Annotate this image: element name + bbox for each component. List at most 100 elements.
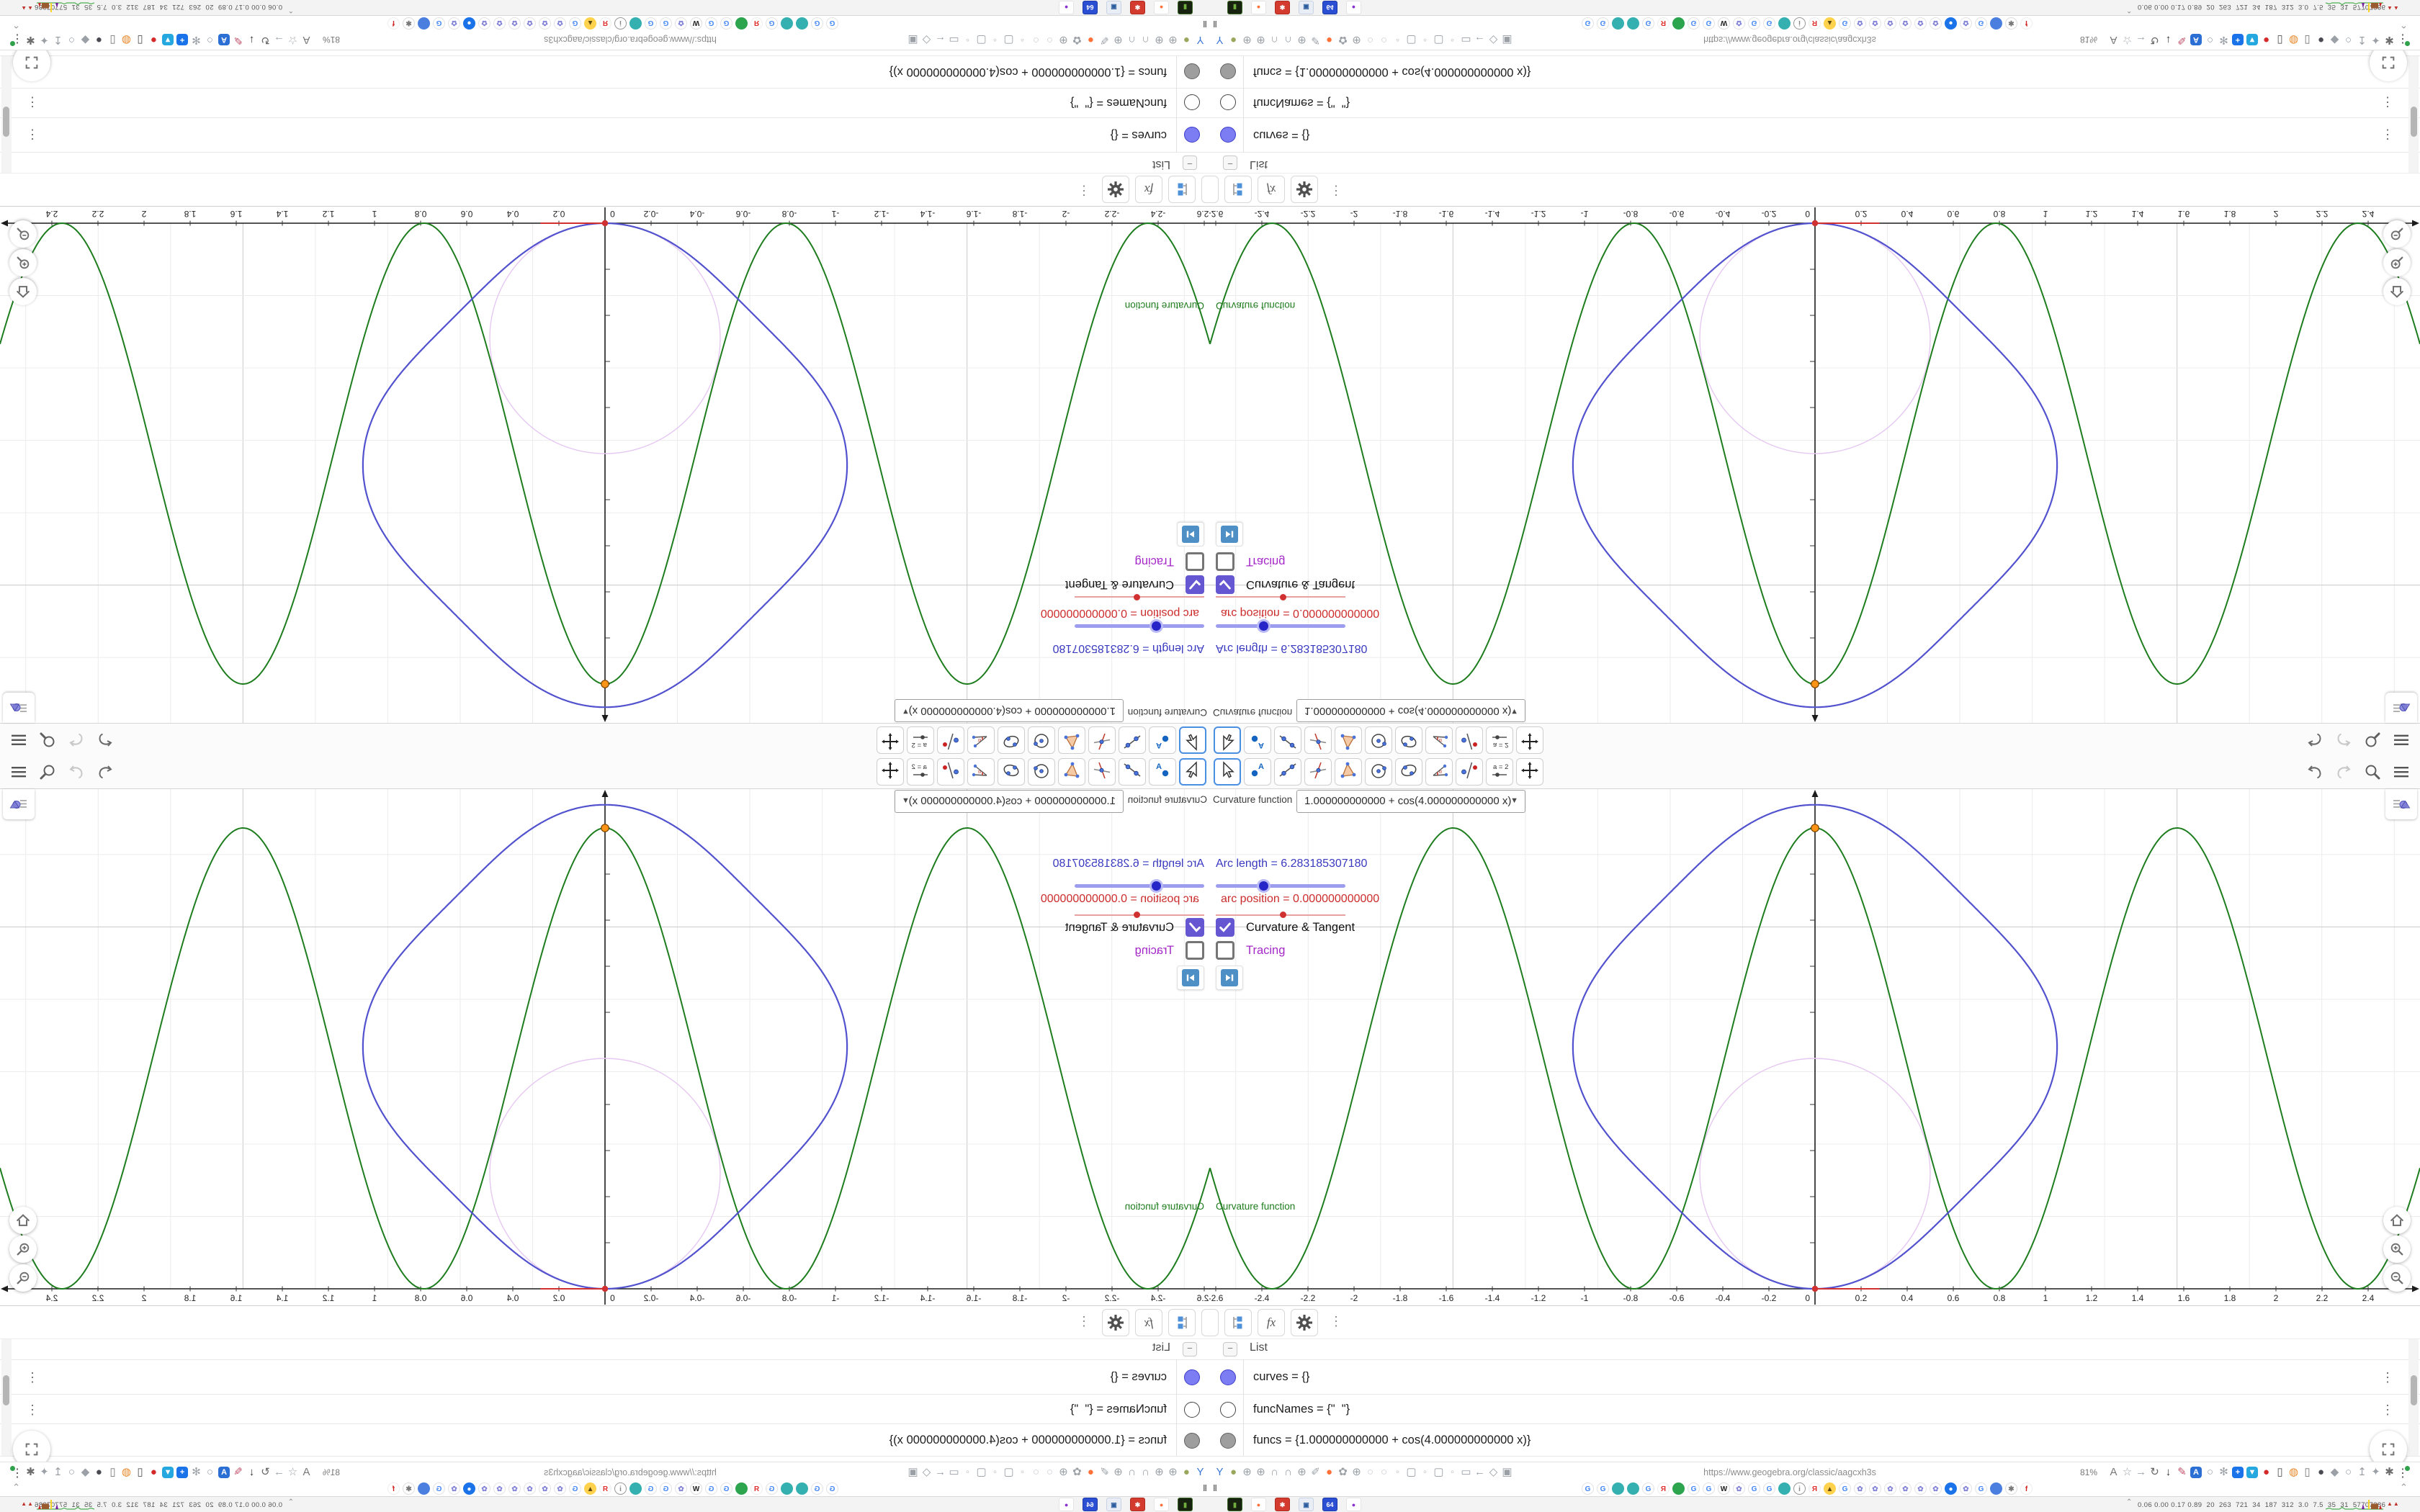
geogebra-tab[interactable]: ✿ (1930, 17, 1942, 30)
header-kebab-icon[interactable]: ⋮ (1330, 184, 1343, 198)
ellipse-tool-button[interactable] (998, 758, 1025, 786)
tree-view-button[interactable] (1224, 1309, 1252, 1336)
gauge-icon[interactable]: ∩ (1125, 30, 1139, 50)
settings-app[interactable]: ✱ (1130, 1498, 1145, 1511)
dot-icon[interactable]: ◦ (1446, 30, 1459, 50)
google-tab[interactable]: G (720, 1482, 732, 1495)
algebra-row[interactable]: curves = {} ⋮ (0, 118, 1210, 153)
tree-view-button[interactable] (1168, 176, 1196, 203)
clipped-edge-button[interactable] (1201, 1309, 1210, 1336)
slider-tool-button[interactable]: a = 2 (907, 758, 934, 786)
privacy-app[interactable]: ● (1346, 1498, 1361, 1511)
font-tab[interactable]: f (2020, 1482, 2033, 1495)
list-section-header[interactable]: − List (0, 153, 1210, 173)
google-tab[interactable]: G (1763, 1482, 1775, 1495)
curvature-tangent-checkbox[interactable] (1216, 918, 1234, 937)
reload-icon[interactable]: ↻ (2148, 30, 2161, 50)
visibility-marble-gray[interactable] (1184, 1432, 1200, 1449)
firefox-icon[interactable]: ● (1084, 30, 1098, 50)
reload-icon[interactable]: ↻ (259, 30, 272, 50)
geogebra-tab[interactable]: ✿ (448, 17, 460, 30)
teal-tab[interactable] (796, 17, 808, 30)
stats-chevron-icon[interactable]: ⌃ (288, 6, 294, 14)
geogebra-tab[interactable]: ✿ (539, 1482, 551, 1495)
display-app[interactable]: ▣ (1299, 1498, 1314, 1511)
curvature-expression-dropdown[interactable]: 1.000000000000 + cos(4.000000000000 x) ▼ (895, 790, 1124, 813)
geogebra-tab[interactable]: ✿ (1884, 1482, 1896, 1495)
backup-64-app[interactable]: 64 (1083, 1, 1098, 14)
bin-icon[interactable]: ▯ (106, 1462, 120, 1482)
add-extension-icon[interactable]: + (2232, 1467, 2244, 1478)
visibility-marble-gray[interactable] (1184, 63, 1200, 80)
google-tab[interactable]: G (569, 17, 581, 30)
geogebra-tab[interactable]: ✿ (448, 1482, 460, 1495)
tracing-checkbox[interactable] (1186, 552, 1204, 571)
shield-download-icon[interactable]: ▼ (162, 1467, 174, 1478)
extension-flower-icon[interactable]: ✻ (189, 1462, 203, 1482)
algebra-row[interactable]: funcs = {1.000000000000 + cos(4.00000000… (1210, 1423, 2420, 1456)
reload-icon[interactable]: ↻ (2148, 1462, 2161, 1482)
square-icon[interactable]: ▢ (1432, 1462, 1446, 1482)
bin-icon[interactable]: ▯ (106, 30, 120, 50)
yandex-tab[interactable]: Я (750, 1482, 763, 1495)
shield-gray-icon[interactable]: ◆ (2328, 1462, 2341, 1482)
arc-position-slider-handle[interactable] (1280, 594, 1286, 600)
circle-tool-button[interactable] (1028, 758, 1055, 786)
point-tool-button[interactable]: A (1149, 726, 1176, 754)
bookmark-star-icon[interactable]: ☆ (2120, 1462, 2134, 1482)
settings-gear-icon[interactable]: ✱ (24, 30, 37, 50)
arc-position-slider[interactable] (1075, 593, 1204, 600)
line-tool-button[interactable] (1119, 726, 1146, 754)
green-tab[interactable] (735, 1482, 748, 1495)
geogebra-tab[interactable]: ✿ (478, 1482, 490, 1495)
globe-gray-icon[interactable]: ○ (65, 1462, 79, 1482)
photo-tab[interactable]: ▲ (584, 1482, 596, 1495)
geogebra-tab[interactable]: ✿ (1960, 1482, 1972, 1495)
angle-tool-button[interactable]: α (1425, 726, 1453, 754)
move-graphics-tool-button[interactable] (877, 726, 904, 754)
algebra-row[interactable]: curves = {} ⋮ (0, 1359, 1210, 1394)
stats-chevron-icon[interactable]: ⌃ (288, 1498, 294, 1506)
reader-mode-icon[interactable]: A (300, 30, 313, 50)
google-tab[interactable]: G (1642, 17, 1654, 30)
slider-tool-button[interactable]: a = 2 (1486, 726, 1513, 754)
gauge-icon[interactable]: ∩ (1139, 30, 1152, 50)
tracing-checkbox[interactable] (1216, 552, 1234, 571)
gauge-icon[interactable]: ∩ (1268, 1462, 1281, 1482)
curvature-tangent-checkbox[interactable] (1216, 575, 1234, 594)
highlighter-icon[interactable]: ✎ (2175, 1462, 2189, 1482)
arc-length-slider-track[interactable] (1075, 884, 1204, 888)
geogebra-tab[interactable]: ✿ (1869, 1482, 1881, 1495)
chevron-down-icon[interactable]: ▼ (902, 796, 910, 805)
add-extension-icon[interactable]: + (2232, 34, 2244, 45)
hamburger-menu-icon[interactable] (2387, 758, 2416, 786)
olive-circle-icon[interactable]: ● (1180, 30, 1193, 50)
tools-icon[interactable]: ✦ (2369, 1462, 2383, 1482)
google-tab[interactable]: G (811, 1482, 823, 1495)
shield-icon[interactable]: ◇ (1487, 30, 1500, 50)
visibility-marble-blue[interactable] (1220, 1369, 1236, 1385)
trash-icon[interactable]: ▯ (133, 30, 147, 50)
arc-length-slider-track[interactable] (1216, 884, 1345, 888)
list-section-header[interactable]: − List (1210, 1339, 2420, 1359)
bin-icon[interactable]: ▯ (2300, 1462, 2314, 1482)
back-arrow-icon[interactable]: ← (1473, 1462, 1487, 1482)
google-tab[interactable]: G (433, 1482, 445, 1495)
info-tab[interactable]: i (1793, 17, 1806, 30)
square-icon[interactable]: ▢ (1404, 30, 1418, 50)
geogebra-tab[interactable]: ✿ (1899, 17, 1912, 30)
zoom-in-button[interactable] (9, 1236, 37, 1263)
info-tab[interactable]: i (614, 17, 627, 30)
display-app[interactable]: ▣ (1106, 1, 1121, 14)
function-input-button[interactable]: fx (1135, 1309, 1162, 1336)
row-kebab-icon[interactable]: ⋮ (2381, 127, 2394, 142)
circle-icon[interactable]: ○ (1363, 30, 1377, 50)
highlighter-icon[interactable]: ✎ (231, 1462, 245, 1482)
graphics-stylebar-button[interactable] (3, 693, 35, 723)
google-tab[interactable]: G (1597, 1482, 1609, 1495)
chevron-down-icon[interactable]: ▼ (902, 707, 910, 716)
google-tab[interactable]: G (1839, 1482, 1851, 1495)
move-tool-button[interactable] (1179, 758, 1206, 786)
share-icon[interactable]: ↥ (51, 30, 65, 50)
gear-tab[interactable]: ✱ (2005, 17, 2017, 30)
